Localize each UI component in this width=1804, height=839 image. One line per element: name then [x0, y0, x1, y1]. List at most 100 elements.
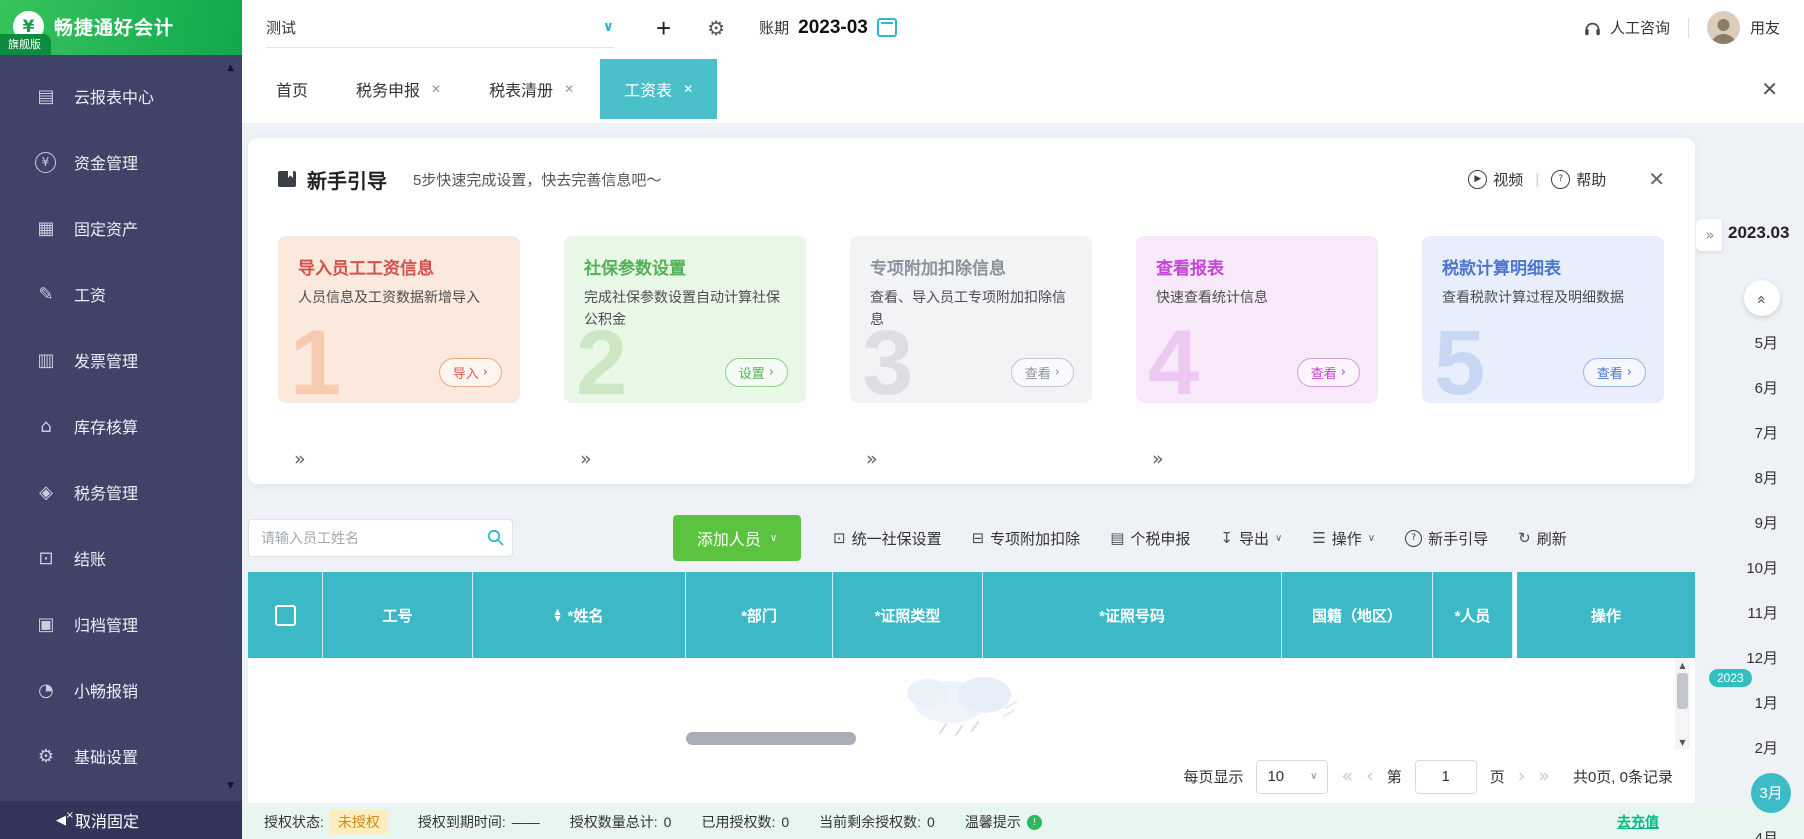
app-window: ¥ 畅捷通好会计 旗舰版 测试 ∨ + ⚙ 账期 2023-03 人工咨询 用友… [0, 0, 1804, 839]
scroll-thumb[interactable] [1677, 673, 1688, 709]
action-tax-declare[interactable]: ▤ 个税申报 [1110, 528, 1190, 549]
sidebar: ▲ ▤ 云报表中心 ¥ 资金管理 ▦ 固定资产 ✎ 工资 ▥ 发票管理 ⌂ 库存… [0, 55, 242, 839]
rail-scroll-top-button[interactable]: « [1744, 280, 1780, 316]
sidebar-item-closing[interactable]: ⊡ 结账 [0, 525, 242, 591]
select-all-checkbox[interactable] [274, 604, 296, 626]
double-chevron-icon[interactable]: » [866, 448, 878, 470]
sort-icon[interactable]: ▲ ▼ [555, 608, 561, 623]
month-item[interactable]: 5月 [1696, 320, 1804, 365]
video-label[interactable]: 视频 [1493, 169, 1523, 190]
add-person-button[interactable]: 添加人员 ∨ [673, 515, 801, 561]
tab-close-icon[interactable]: ✕ [683, 82, 693, 96]
step-expander: » [278, 448, 520, 470]
double-chevron-icon[interactable]: » [294, 448, 306, 470]
tab-payroll-active[interactable]: 工资表 ✕ [600, 59, 718, 119]
sidebar-item-archive[interactable]: ▣ 归档管理 [0, 591, 242, 657]
sidebar-item-settings[interactable]: ⚙ 基础设置 [0, 723, 242, 789]
sidebar-scroll-down-icon[interactable]: ▼ [227, 781, 234, 791]
sidebar-item-fixed-assets[interactable]: ▦ 固定资产 [0, 195, 242, 261]
user-avatar[interactable] [1706, 11, 1740, 44]
column-label: 操作 [1590, 607, 1621, 625]
play-video-icon[interactable]: ▶ [1468, 169, 1488, 189]
pin-toggle[interactable]: ◀ × 取消固定 [0, 801, 242, 839]
brand-name: 畅捷通好会计 [54, 18, 175, 39]
sidebar-scroll-up-icon[interactable]: ▲ [227, 63, 234, 73]
tab-close-icon[interactable]: ✕ [431, 82, 441, 96]
tab-tax-register[interactable]: 税表清册 ✕ [465, 55, 598, 123]
tab-label: 税表清册 [489, 83, 554, 100]
sidebar-item-tax[interactable]: ◈ 税务管理 [0, 459, 242, 525]
vertical-scrollbar[interactable]: ▲ ▼ [1675, 659, 1690, 749]
chevron-right-icon: › [482, 365, 488, 380]
sidebar-item-funds[interactable]: ¥ 资金管理 [0, 129, 242, 195]
month-item[interactable]: 2月 [1696, 725, 1804, 770]
step-action-button[interactable]: 设置 › [724, 358, 788, 387]
inventory-icon: ⌂ [40, 415, 52, 437]
month-item[interactable]: 7月 [1696, 410, 1804, 455]
double-chevron-icon[interactable]: » [1152, 448, 1164, 470]
chevron-right-icon: › [1340, 365, 1346, 380]
month-item[interactable]: 10月 [1696, 545, 1804, 590]
step-action-button[interactable]: 查看 › [1582, 358, 1646, 387]
support-button[interactable]: 人工咨询 [1583, 17, 1670, 38]
accounting-period[interactable]: 账期 2023-03 [759, 17, 897, 39]
step-action-button[interactable]: 查看 › [1296, 358, 1360, 387]
last-page-button[interactable]: » [1538, 767, 1550, 786]
step-expanders: » » » » [248, 448, 1695, 470]
rail-collapse-handle[interactable]: » [1696, 219, 1722, 251]
action-label: 专项附加扣除 [990, 530, 1081, 548]
recharge-link[interactable]: 去充值 [1617, 812, 1659, 832]
auth-remain-label: 当前剩余授权数: [819, 814, 922, 830]
edition-badge: 旗舰版 [0, 34, 51, 55]
scroll-down-arrow-icon[interactable]: ▼ [1679, 738, 1685, 747]
sidebar-item-payroll[interactable]: ✎ 工资 [0, 261, 242, 327]
month-item[interactable]: 6月 [1696, 365, 1804, 410]
month-item[interactable]: 8月 [1696, 455, 1804, 500]
search-icon[interactable] [487, 529, 504, 546]
employee-table: 工号 ▲ ▼ *姓名 *部门 *证照类型 *证照号码 国籍（地区） *人员 操作… [248, 572, 1695, 803]
guide-close-icon[interactable]: ✕ [1648, 167, 1665, 191]
month-item[interactable]: 11月 [1696, 590, 1804, 635]
first-page-button[interactable]: « [1341, 767, 1353, 786]
sidebar-item-expense[interactable]: ◔ 小畅报销 [0, 657, 242, 723]
add-tab-button[interactable]: + [656, 15, 671, 41]
per-page-select[interactable]: 10 ∨ [1256, 759, 1329, 794]
refresh-icon: ↻ [1518, 529, 1531, 547]
action-unified-social-insurance[interactable]: ⊡ 统一社保设置 [833, 528, 942, 549]
tab-home[interactable]: 首页 [252, 55, 332, 123]
action-newbie-guide[interactable]: ? 新手引导 [1405, 528, 1488, 549]
workspace-selector[interactable]: 测试 ∨ [266, 7, 614, 48]
double-chevron-icon[interactable]: » [580, 448, 592, 470]
info-icon[interactable]: ! [1026, 814, 1042, 830]
month-item[interactable]: 4月 [1696, 815, 1804, 839]
month-item-active[interactable]: 3月 [1696, 770, 1804, 815]
tab-tax-filing[interactable]: 税务申报 ✕ [332, 55, 465, 123]
prev-page-button[interactable]: ‹ [1366, 767, 1374, 786]
action-export[interactable]: ↧ 导出 ∨ [1220, 528, 1282, 549]
page-input[interactable] [1414, 759, 1477, 794]
month-item[interactable]: 1月 [1696, 680, 1804, 725]
tab-close-icon[interactable]: ✕ [564, 82, 574, 96]
settings-gear-icon[interactable]: ⚙ [707, 16, 725, 40]
step-action-button[interactable]: 导入 › [438, 358, 502, 387]
sidebar-item-inventory[interactable]: ⌂ 库存核算 [0, 393, 242, 459]
sidebar-item-invoice[interactable]: ▥ 发票管理 [0, 327, 242, 393]
horizontal-scrollbar[interactable] [686, 732, 856, 745]
auth-status-badge: 未授权 [329, 810, 388, 834]
add-person-label: 添加人员 [696, 532, 761, 549]
invoice-icon: ▥ [37, 349, 55, 371]
action-special-deduction[interactable]: ⊟ 专项附加扣除 [972, 528, 1081, 549]
next-page-button[interactable]: › [1518, 767, 1526, 786]
step-desc: 查看、导入员工专项附加扣除信息 [870, 289, 1066, 327]
help-label[interactable]: 帮助 [1576, 169, 1606, 190]
user-name[interactable]: 用友 [1750, 17, 1780, 38]
sidebar-item-cloud-reports[interactable]: ▤ 云报表中心 [0, 63, 242, 129]
month-item[interactable]: 9月 [1696, 500, 1804, 545]
help-question-icon[interactable]: ? [1551, 169, 1571, 189]
action-operations[interactable]: ☰ 操作 ∨ [1312, 528, 1375, 549]
step-action-button[interactable]: 查看 › [1010, 358, 1074, 387]
scroll-up-arrow-icon[interactable]: ▲ [1679, 661, 1685, 670]
action-refresh[interactable]: ↻ 刷新 [1518, 528, 1567, 549]
search-input[interactable] [248, 519, 513, 557]
close-all-tabs-button[interactable]: ✕ [1761, 77, 1778, 101]
